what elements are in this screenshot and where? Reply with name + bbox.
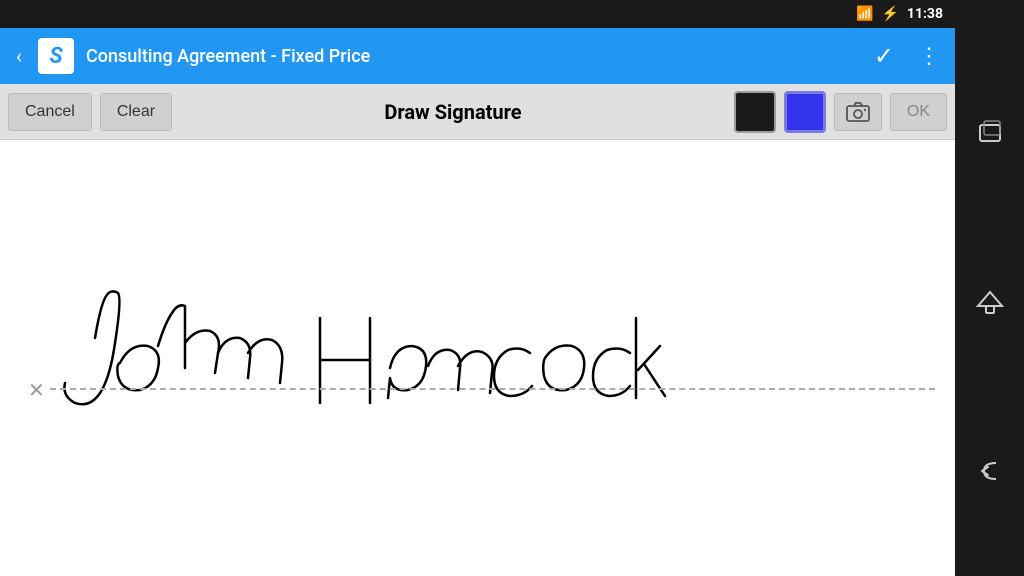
more-options-button[interactable]: ⋮ bbox=[910, 36, 947, 77]
recents-button[interactable] bbox=[968, 111, 1012, 155]
signature-canvas[interactable]: ✕ bbox=[0, 140, 955, 576]
system-back-button[interactable] bbox=[968, 449, 1012, 493]
side-navigation bbox=[955, 28, 1024, 576]
home-button[interactable] bbox=[968, 280, 1012, 324]
camera-button[interactable] bbox=[834, 93, 882, 131]
black-color-swatch[interactable] bbox=[734, 91, 776, 133]
clear-button[interactable]: Clear bbox=[100, 93, 172, 131]
signature-baseline bbox=[50, 388, 935, 390]
status-bar: 📶 ⚡ 11:38 bbox=[0, 0, 955, 28]
signature-toolbar: Cancel Clear Draw Signature OK bbox=[0, 84, 955, 140]
nav-title: Consulting Agreement - Fixed Price bbox=[86, 46, 858, 67]
back-button[interactable]: ‹ bbox=[8, 36, 30, 76]
status-time: 11:38 bbox=[907, 6, 943, 22]
draw-signature-label: Draw Signature bbox=[180, 100, 726, 124]
nav-bar: ‹ S Consulting Agreement - Fixed Price ✓… bbox=[0, 28, 955, 84]
cancel-button[interactable]: Cancel bbox=[8, 93, 92, 131]
blue-color-swatch[interactable] bbox=[784, 91, 826, 133]
confirm-button[interactable]: ✓ bbox=[866, 34, 902, 78]
app-container: 📶 ⚡ 11:38 ‹ S Consulting Agreement - Fix… bbox=[0, 0, 955, 576]
ok-button[interactable]: OK bbox=[890, 93, 947, 131]
app-logo: S bbox=[38, 38, 74, 74]
signature-x-mark: ✕ bbox=[28, 378, 45, 402]
wifi-icon: 📶 bbox=[856, 6, 873, 22]
signature-drawing bbox=[0, 140, 955, 576]
battery-icon: ⚡ bbox=[881, 6, 898, 22]
